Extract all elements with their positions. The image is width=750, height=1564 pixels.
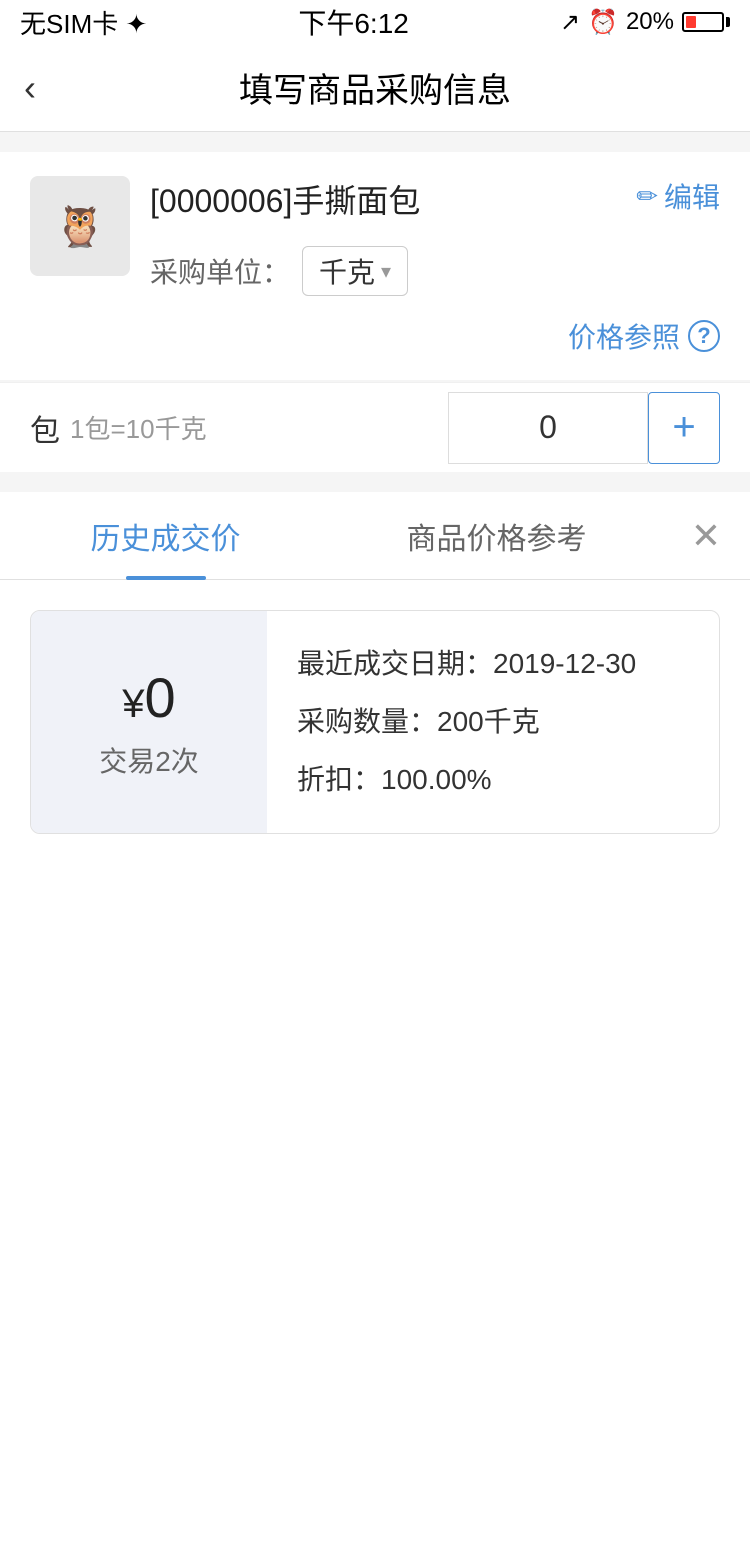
tab-header: 历史成交价 商品价格参考 ✕ <box>0 492 750 580</box>
price-amount: ¥0 <box>122 665 175 730</box>
tab-content: ¥0 交易2次 最近成交日期：2019-12-30 采购数量：200千克 折扣：… <box>0 580 750 864</box>
carrier-text: 无SIM卡 ✦ <box>20 4 147 41</box>
price-card: ¥0 交易2次 最近成交日期：2019-12-30 采购数量：200千克 折扣：… <box>30 610 720 834</box>
currency-symbol: ¥ <box>122 682 144 726</box>
tab-area: 历史成交价 商品价格参考 ✕ ¥0 交易2次 最近成交日期：2019-12-30 <box>0 492 750 864</box>
edit-icon: ✏ <box>636 181 658 212</box>
close-icon: ✕ <box>691 515 721 557</box>
quantity-plus-button[interactable]: + <box>648 392 720 464</box>
back-button[interactable]: ‹ <box>24 67 36 109</box>
tab-active-underline <box>126 576 206 580</box>
product-left: 🦉 [0000006]手撕面包 采购单位： 千克 ▾ <box>30 176 420 296</box>
status-left: 无SIM卡 ✦ <box>20 4 147 41</box>
nav-bar: ‹ 填写商品采购信息 <box>0 44 750 132</box>
plus-icon: + <box>672 405 695 450</box>
quantity-row-detail: 采购数量：200千克 <box>297 701 689 743</box>
recent-date-row: 最近成交日期：2019-12-30 <box>297 643 689 685</box>
status-right: ↗ ⏰ 20% <box>560 8 730 37</box>
discount-label: 折扣： <box>297 764 381 795</box>
package-conversion: 1包=10千克 <box>70 409 207 446</box>
product-info: [0000006]手撕面包 采购单位： 千克 ▾ <box>150 176 420 296</box>
tab-history-price[interactable]: 历史成交价 <box>0 492 331 580</box>
product-unit-row: 采购单位： 千克 ▾ <box>150 246 420 296</box>
quantity-row: 包 1包=10千克 + <box>0 382 750 472</box>
status-time: 下午6:12 <box>298 2 409 42</box>
price-card-right: 最近成交日期：2019-12-30 采购数量：200千克 折扣：100.00% <box>267 611 719 833</box>
status-bar: 无SIM卡 ✦ 下午6:12 ↗ ⏰ 20% <box>0 0 750 44</box>
discount-row: 折扣：100.00% <box>297 759 689 801</box>
recent-date-label: 最近成交日期： <box>297 648 493 679</box>
trade-count: 交易2次 <box>99 740 199 780</box>
price-value: 0 <box>145 666 176 729</box>
product-name: [0000006]手撕面包 <box>150 176 420 222</box>
unit-select[interactable]: 千克 ▾ <box>302 246 408 296</box>
purchase-quantity-value: 200千克 <box>437 706 540 737</box>
tab-close-button[interactable]: ✕ <box>662 492 750 580</box>
price-ref-button[interactable]: 价格参照 ? <box>568 316 720 356</box>
back-icon: ‹ <box>24 67 36 109</box>
battery-percent: 20% <box>626 8 674 36</box>
product-header: 🦉 [0000006]手撕面包 采购单位： 千克 ▾ ✏ 编辑 <box>30 176 720 296</box>
tab-product-price-ref[interactable]: 商品价格参考 <box>331 492 662 580</box>
price-ref-label: 价格参照 <box>568 316 680 356</box>
price-card-left: ¥0 交易2次 <box>31 611 267 833</box>
unit-value: 千克 <box>319 251 375 291</box>
unit-dropdown-arrow: ▾ <box>381 259 391 284</box>
purchase-quantity-label: 采购数量： <box>297 706 437 737</box>
recent-date-value: 2019-12-30 <box>493 648 636 679</box>
quantity-unit-info: 包 1包=10千克 <box>30 406 207 450</box>
quantity-controls: + <box>448 392 720 464</box>
discount-value: 100.00% <box>381 764 492 795</box>
edit-button[interactable]: ✏ 编辑 <box>636 176 720 216</box>
battery-icon <box>682 12 730 32</box>
quantity-input[interactable] <box>448 392 648 464</box>
bottom-fill <box>0 864 750 1564</box>
alarm-icon: ⏰ <box>588 8 618 37</box>
package-label: 包 <box>30 406 60 450</box>
product-thumbnail: 🦉 <box>30 176 130 276</box>
product-card: 🦉 [0000006]手撕面包 采购单位： 千克 ▾ ✏ 编辑 <box>0 152 750 380</box>
page-title: 填写商品采购信息 <box>239 63 511 112</box>
tab-product-price-ref-label: 商品价格参考 <box>407 514 587 558</box>
tab-history-price-label: 历史成交价 <box>91 514 241 558</box>
price-ref-row: 价格参照 ? <box>30 316 720 356</box>
help-icon: ? <box>688 320 720 352</box>
product-owl-icon: 🦉 <box>55 203 105 250</box>
location-icon: ↗ <box>560 8 580 37</box>
unit-label: 采购单位： <box>150 251 290 291</box>
